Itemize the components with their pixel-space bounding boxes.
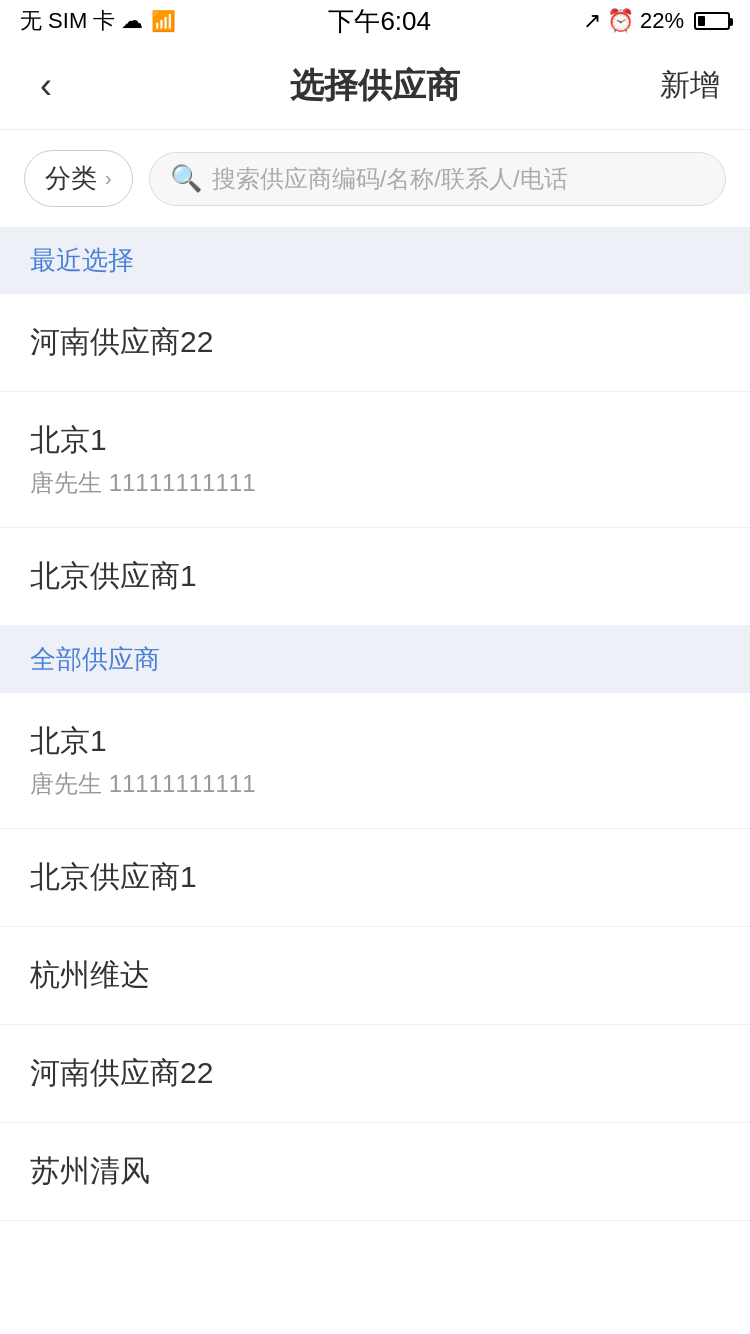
item-name: 苏州清风 [30, 1151, 720, 1192]
search-box[interactable]: 🔍 搜索供应商编码/名称/联系人/电话 [149, 152, 726, 206]
all-list: 北京1 唐先生 11111111111 北京供应商1 杭州维达 河南供应商22 … [0, 693, 750, 1221]
chevron-right-icon: › [105, 167, 112, 190]
list-item[interactable]: 北京1 唐先生 11111111111 [0, 392, 750, 528]
list-item[interactable]: 北京1 唐先生 11111111111 [0, 693, 750, 829]
sim-label: 无 SIM 卡 ☁ [20, 6, 143, 36]
nav-bar: ‹ 选择供应商 新增 [0, 42, 750, 130]
item-name: 北京1 [30, 420, 720, 461]
item-name: 北京供应商1 [30, 857, 720, 898]
list-item[interactable]: 北京供应商1 [0, 528, 750, 626]
search-icon: 🔍 [170, 163, 202, 194]
item-sub: 唐先生 11111111111 [30, 768, 720, 800]
alarm-icon: ⏰ [607, 8, 634, 34]
wifi-icon: 📶 [151, 9, 176, 33]
all-section-header: 全部供应商 [0, 626, 750, 693]
recent-list: 河南供应商22 北京1 唐先生 11111111111 北京供应商1 [0, 294, 750, 626]
filter-bar: 分类 › 🔍 搜索供应商编码/名称/联系人/电话 [0, 130, 750, 227]
recent-section-label: 最近选择 [30, 245, 134, 275]
list-item[interactable]: 河南供应商22 [0, 294, 750, 392]
list-item[interactable]: 杭州维达 [0, 927, 750, 1025]
item-name: 杭州维达 [30, 955, 720, 996]
item-name: 河南供应商22 [30, 322, 720, 363]
category-label: 分类 [45, 161, 97, 196]
page-title: 选择供应商 [290, 63, 460, 109]
all-section-label: 全部供应商 [30, 644, 160, 674]
search-placeholder: 搜索供应商编码/名称/联系人/电话 [212, 163, 568, 195]
back-button[interactable]: ‹ [30, 55, 62, 117]
item-name: 河南供应商22 [30, 1053, 720, 1094]
list-item[interactable]: 北京供应商1 [0, 829, 750, 927]
battery-icon [694, 12, 730, 30]
status-left: 无 SIM 卡 ☁ 📶 [20, 6, 176, 36]
status-bar: 无 SIM 卡 ☁ 📶 下午6:04 ↗ ⏰ 22% [0, 0, 750, 42]
item-sub: 唐先生 11111111111 [30, 467, 720, 499]
list-item[interactable]: 河南供应商22 [0, 1025, 750, 1123]
item-name: 北京供应商1 [30, 556, 720, 597]
item-name: 北京1 [30, 721, 720, 762]
status-time: 下午6:04 [328, 4, 431, 39]
category-button[interactable]: 分类 › [24, 150, 133, 207]
add-button[interactable]: 新增 [660, 65, 720, 106]
list-item[interactable]: 苏州清风 [0, 1123, 750, 1221]
recent-section-header: 最近选择 [0, 227, 750, 294]
status-right: ↗ ⏰ 22% [583, 8, 730, 34]
location-icon: ↗ [583, 8, 601, 34]
battery-percent: 22% [640, 8, 684, 34]
